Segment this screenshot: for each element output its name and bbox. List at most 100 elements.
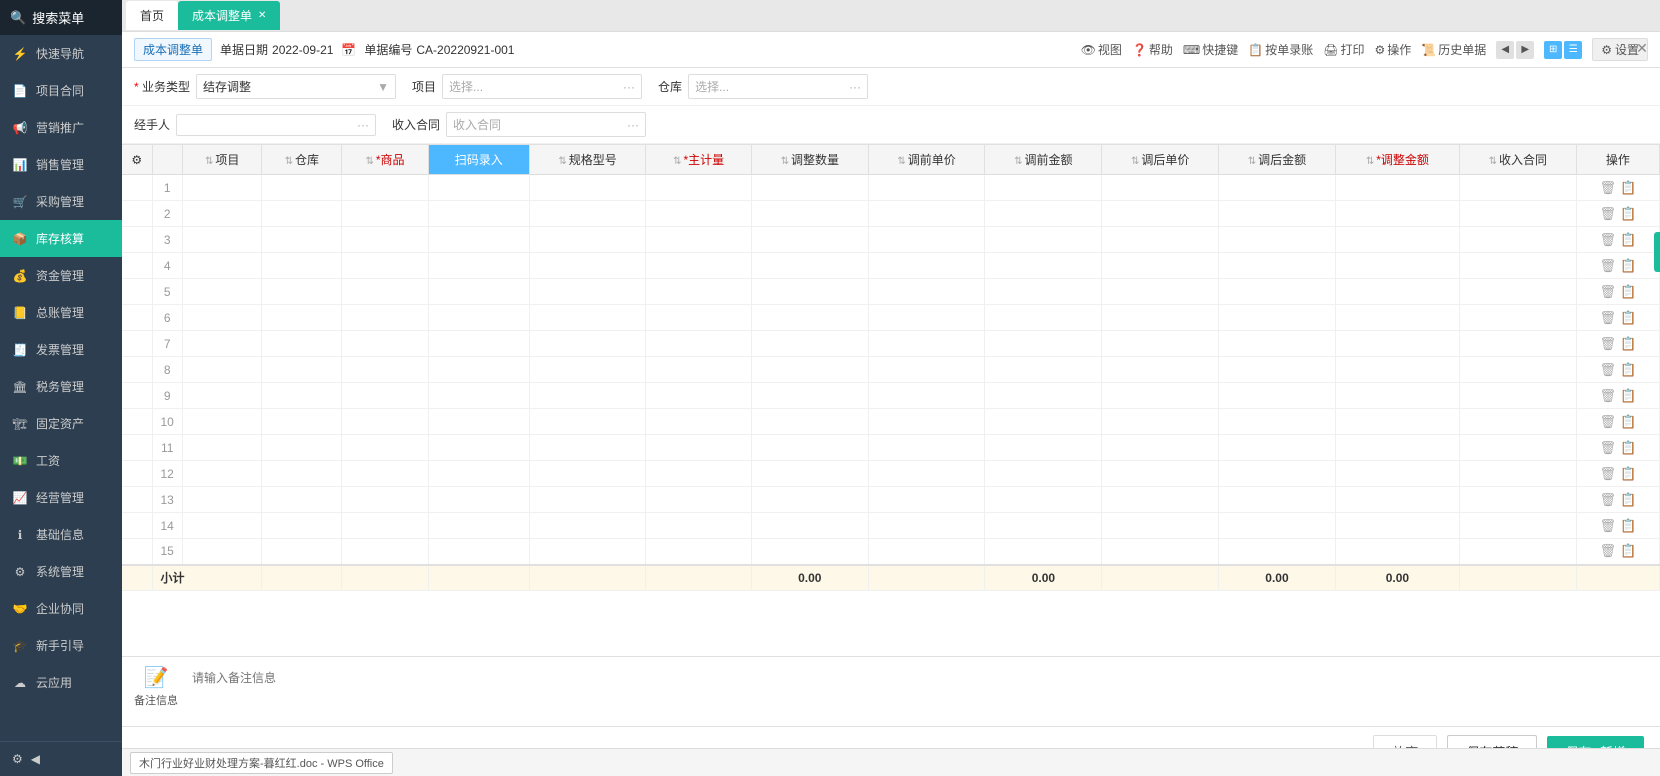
cell-before-amount[interactable]	[985, 253, 1102, 279]
cell-warehouse[interactable]	[262, 253, 342, 279]
tab-close-icon[interactable]: ✕	[258, 10, 266, 21]
cell-before-amount[interactable]	[985, 227, 1102, 253]
cell-scan[interactable]	[428, 409, 529, 435]
cell-adjust-qty[interactable]	[751, 331, 868, 357]
cell-adjust-qty[interactable]	[751, 305, 868, 331]
cell-after-amount[interactable]	[1219, 383, 1336, 409]
cell-after-price[interactable]	[1102, 383, 1219, 409]
row-checkbox[interactable]	[122, 539, 152, 565]
cell-warehouse[interactable]	[262, 227, 342, 253]
cell-income-contract[interactable]	[1459, 435, 1576, 461]
cell-adjust-amount[interactable]	[1335, 409, 1459, 435]
sidebar-item-enterprise-collab[interactable]: 🤝企业协同	[0, 590, 122, 627]
cell-after-price[interactable]	[1102, 331, 1219, 357]
cell-adjust-qty[interactable]	[751, 227, 868, 253]
row-checkbox[interactable]	[122, 175, 152, 201]
cell-warehouse[interactable]	[262, 487, 342, 513]
cell-warehouse[interactable]	[262, 305, 342, 331]
cell-before-amount[interactable]	[985, 175, 1102, 201]
col-product[interactable]: ⇅*商品	[342, 145, 429, 175]
cell-after-amount[interactable]	[1219, 461, 1336, 487]
cell-unit[interactable]	[646, 461, 751, 487]
cell-unit[interactable]	[646, 305, 751, 331]
delete-row-icon[interactable]: 🗑	[1599, 336, 1616, 352]
cell-product[interactable]	[342, 513, 429, 539]
cell-scan[interactable]	[428, 513, 529, 539]
cell-after-amount[interactable]	[1219, 539, 1336, 565]
delete-row-icon[interactable]: 🗑	[1599, 388, 1616, 404]
cell-scan[interactable]	[428, 331, 529, 357]
tab-home[interactable]: 首页	[126, 1, 178, 30]
taskbar-item[interactable]: 木门行业好业财处理方案-暮红红.doc - WPS Office	[130, 752, 393, 774]
cell-unit[interactable]	[646, 227, 751, 253]
col-adjust-amount[interactable]: ⇅*调整金额	[1335, 145, 1459, 175]
cell-adjust-amount[interactable]	[1335, 331, 1459, 357]
operations-action[interactable]: ⚙ 操作	[1374, 41, 1411, 58]
sidebar-item-finance-mgmt[interactable]: 💰资金管理	[0, 257, 122, 294]
cell-before-amount[interactable]	[985, 513, 1102, 539]
cell-project[interactable]	[182, 383, 262, 409]
cell-warehouse[interactable]	[262, 331, 342, 357]
cell-project[interactable]	[182, 409, 262, 435]
copy-row-icon[interactable]: 📋	[1620, 440, 1636, 456]
cell-unit[interactable]	[646, 357, 751, 383]
cell-before-price[interactable]	[868, 435, 985, 461]
cell-spec[interactable]	[529, 357, 646, 383]
cell-income-contract[interactable]	[1459, 253, 1576, 279]
sidebar-item-cloud-apps[interactable]: ☁云应用	[0, 664, 122, 701]
cell-adjust-qty[interactable]	[751, 383, 868, 409]
cell-adjust-qty[interactable]	[751, 487, 868, 513]
cell-after-price[interactable]	[1102, 305, 1219, 331]
cell-after-price[interactable]	[1102, 435, 1219, 461]
cell-project[interactable]	[182, 279, 262, 305]
cell-after-amount[interactable]	[1219, 409, 1336, 435]
cell-after-amount[interactable]	[1219, 331, 1336, 357]
cell-after-price[interactable]	[1102, 513, 1219, 539]
settings-icon[interactable]: ⚙	[12, 752, 23, 766]
cell-unit[interactable]	[646, 331, 751, 357]
cell-after-amount[interactable]	[1219, 435, 1336, 461]
cell-adjust-amount[interactable]	[1335, 461, 1459, 487]
cell-adjust-qty[interactable]	[751, 409, 868, 435]
copy-row-icon[interactable]: 📋	[1620, 310, 1636, 326]
cell-after-amount[interactable]	[1219, 305, 1336, 331]
cell-before-price[interactable]	[868, 409, 985, 435]
cell-spec[interactable]	[529, 383, 646, 409]
cell-adjust-qty[interactable]	[751, 175, 868, 201]
col-warehouse[interactable]: ⇅仓库	[262, 145, 342, 175]
sidebar-item-sys-mgmt[interactable]: ⚙系统管理	[0, 553, 122, 590]
cell-income-contract[interactable]	[1459, 383, 1576, 409]
cell-project[interactable]	[182, 461, 262, 487]
cell-income-contract[interactable]	[1459, 331, 1576, 357]
view-action[interactable]: 👁 视图	[1081, 41, 1122, 58]
shortcuts-action[interactable]: ⌨ 快捷键	[1183, 41, 1238, 58]
cell-product[interactable]	[342, 539, 429, 565]
cell-project[interactable]	[182, 435, 262, 461]
row-checkbox[interactable]	[122, 305, 152, 331]
cell-scan[interactable]	[428, 357, 529, 383]
cell-before-price[interactable]	[868, 305, 985, 331]
cell-after-amount[interactable]	[1219, 487, 1336, 513]
copy-row-icon[interactable]: 📋	[1620, 336, 1636, 352]
cell-warehouse[interactable]	[262, 435, 342, 461]
cell-adjust-amount[interactable]	[1335, 487, 1459, 513]
cell-project[interactable]	[182, 513, 262, 539]
cell-product[interactable]	[342, 279, 429, 305]
cell-before-price[interactable]	[868, 539, 985, 565]
row-checkbox[interactable]	[122, 331, 152, 357]
cell-spec[interactable]	[529, 435, 646, 461]
col-scan[interactable]: 扫码录入	[428, 145, 529, 175]
cell-product[interactable]	[342, 383, 429, 409]
cell-spec[interactable]	[529, 175, 646, 201]
cell-unit[interactable]	[646, 175, 751, 201]
cell-after-price[interactable]	[1102, 461, 1219, 487]
cell-project[interactable]	[182, 539, 262, 565]
col-after-amount[interactable]: ⇅调后金额	[1219, 145, 1336, 175]
cell-scan[interactable]	[428, 279, 529, 305]
copy-row-icon[interactable]: 📋	[1620, 518, 1636, 534]
cell-project[interactable]	[182, 201, 262, 227]
cell-project[interactable]	[182, 305, 262, 331]
col-project[interactable]: ⇅项目	[182, 145, 262, 175]
cell-product[interactable]	[342, 331, 429, 357]
cell-after-price[interactable]	[1102, 279, 1219, 305]
